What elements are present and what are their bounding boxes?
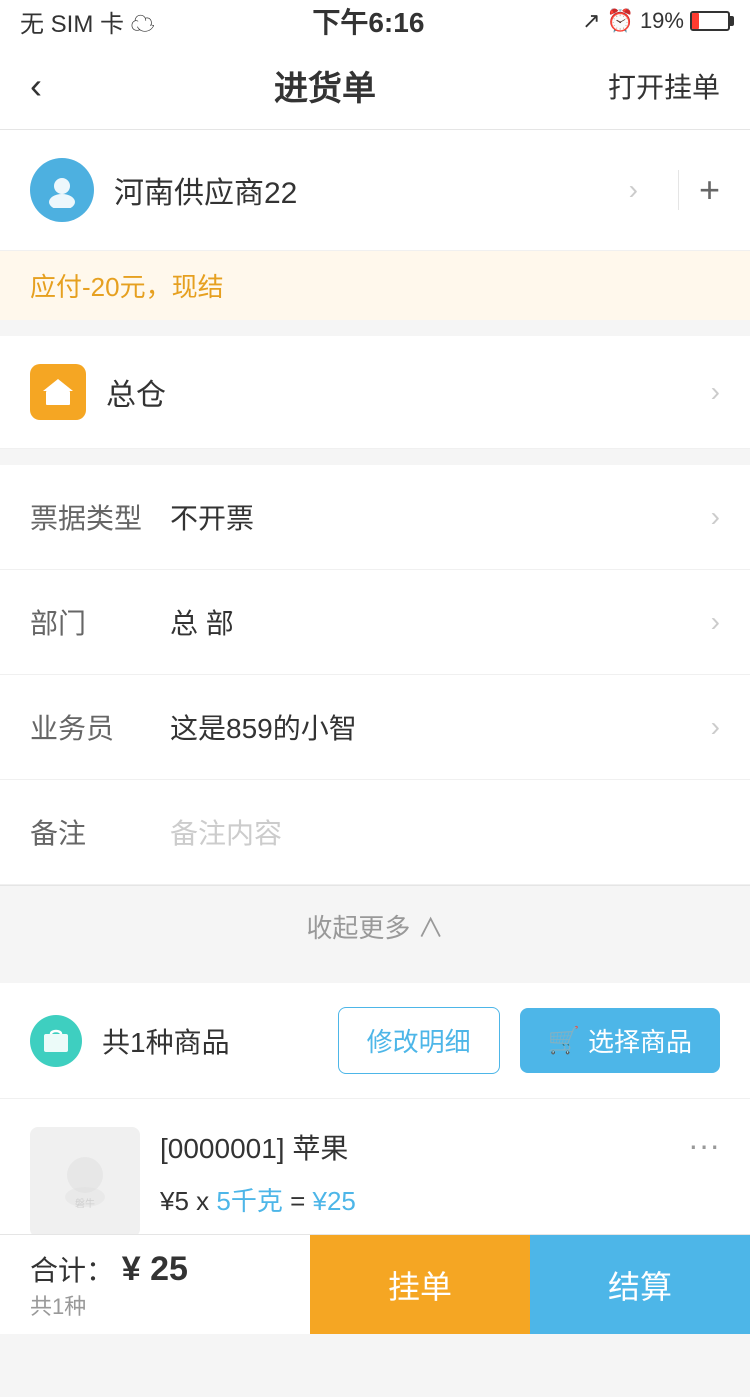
supplier-section: 河南供应商22 › + 应付-20元，现结 [0, 130, 750, 320]
ticket-type-label: 票据类型 [30, 497, 170, 537]
department-chevron-icon: › [711, 606, 720, 638]
warehouse-chevron-icon: › [711, 376, 720, 408]
department-value: 总 部 [170, 602, 711, 642]
remark-row[interactable]: 备注 备注内容 [0, 780, 750, 885]
products-bar: 共1种商品 修改明细 🛒 选择商品 [0, 983, 750, 1099]
remark-label: 备注 [30, 812, 170, 852]
product-title: 苹果 [292, 1133, 348, 1164]
alarm-icon: ⏰ [607, 8, 634, 34]
edit-detail-button[interactable]: 修改明细 [338, 1007, 500, 1074]
select-product-button[interactable]: 🛒 选择商品 [520, 1008, 720, 1073]
checkout-button[interactable]: 结算 [530, 1235, 750, 1334]
department-label: 部门 [30, 602, 170, 642]
collapse-bar[interactable]: 收起更多 ∧ [0, 885, 750, 967]
footer: 合计： ¥ 25 共1种 挂单 结算 [0, 1234, 750, 1334]
salesperson-value: 这是859的小智 [170, 707, 711, 747]
remark-value: 备注内容 [170, 812, 720, 852]
product-code: [0000001] [160, 1133, 292, 1164]
warehouse-name: 总仓 [106, 370, 711, 414]
sim-label: 无 SIM 卡 ☁ [20, 4, 155, 39]
product-price-row: ¥5 x 5千克 = ¥25 [160, 1181, 668, 1218]
total-amount: ¥ 25 [122, 1250, 188, 1288]
product-menu-button[interactable]: ··· [688, 1127, 720, 1164]
location-icon: ↗ [582, 8, 600, 34]
battery-percent: 19% [640, 8, 684, 34]
product-name: [0000001] 苹果 [160, 1127, 668, 1167]
footer-total-row: 合计： ¥ 25 [30, 1249, 280, 1289]
battery-icon [690, 11, 730, 31]
page-title: 进货单 [274, 61, 376, 110]
select-product-label: 选择商品 [588, 1022, 692, 1059]
product-info: [0000001] 苹果 ¥5 x 5千克 = ¥25 [160, 1127, 668, 1218]
status-right: ↗ ⏰ 19% [582, 8, 730, 34]
department-row[interactable]: 部门 总 部 › [0, 570, 750, 675]
warehouse-section: 总仓 › [0, 336, 750, 449]
divider [678, 170, 679, 210]
products-count: 共1种商品 [102, 1021, 318, 1061]
supplier-chevron-icon: › [629, 174, 638, 206]
total-label: 合计： [30, 1255, 114, 1286]
unit-price: ¥5 x [160, 1186, 216, 1216]
ticket-type-chevron-icon: › [711, 501, 720, 533]
warehouse-row[interactable]: 总仓 › [0, 336, 750, 449]
product-thumbnail: 磐牛 [30, 1127, 140, 1237]
hang-button[interactable]: 挂单 [310, 1235, 530, 1334]
form-section: 票据类型 不开票 › 部门 总 部 › 业务员 这是859的小智 › 备注 备注… [0, 465, 750, 967]
status-bar: 无 SIM 卡 ☁ 下午6:16 ↗ ⏰ 19% [0, 0, 750, 42]
quantity: 5千克 [216, 1186, 282, 1216]
products-icon [30, 1015, 82, 1067]
nav-bar: ‹ 进货单 打开挂单 [0, 42, 750, 130]
salesperson-row[interactable]: 业务员 这是859的小智 › [0, 675, 750, 780]
supplier-avatar [30, 158, 94, 222]
warehouse-icon [30, 364, 86, 420]
add-supplier-button[interactable]: + [699, 169, 720, 211]
status-time: 下午6:16 [312, 1, 424, 41]
svg-text:磐牛: 磐牛 [75, 1197, 95, 1210]
total-sub: 共1种 [30, 1289, 280, 1321]
back-button[interactable]: ‹ [30, 65, 42, 107]
supplier-row[interactable]: 河南供应商22 › + [0, 130, 750, 251]
supplier-name: 河南供应商22 [114, 168, 629, 212]
products-section: 共1种商品 修改明细 🛒 选择商品 磐牛 [0000001] 苹果 ¥5 x 5… [0, 983, 750, 1265]
status-left: 无 SIM 卡 ☁ [20, 4, 155, 39]
footer-total: 合计： ¥ 25 共1种 [0, 1235, 310, 1334]
supplier-notice: 应付-20元，现结 [0, 251, 750, 320]
salesperson-label: 业务员 [30, 707, 170, 747]
ticket-type-value: 不开票 [170, 497, 711, 537]
subtotal: ¥25 [313, 1186, 356, 1216]
equals: = [290, 1186, 312, 1216]
salesperson-chevron-icon: › [711, 711, 720, 743]
open-hang-button[interactable]: 打开挂单 [608, 66, 720, 106]
cart-icon: 🛒 [548, 1025, 580, 1056]
ticket-type-row[interactable]: 票据类型 不开票 › [0, 465, 750, 570]
